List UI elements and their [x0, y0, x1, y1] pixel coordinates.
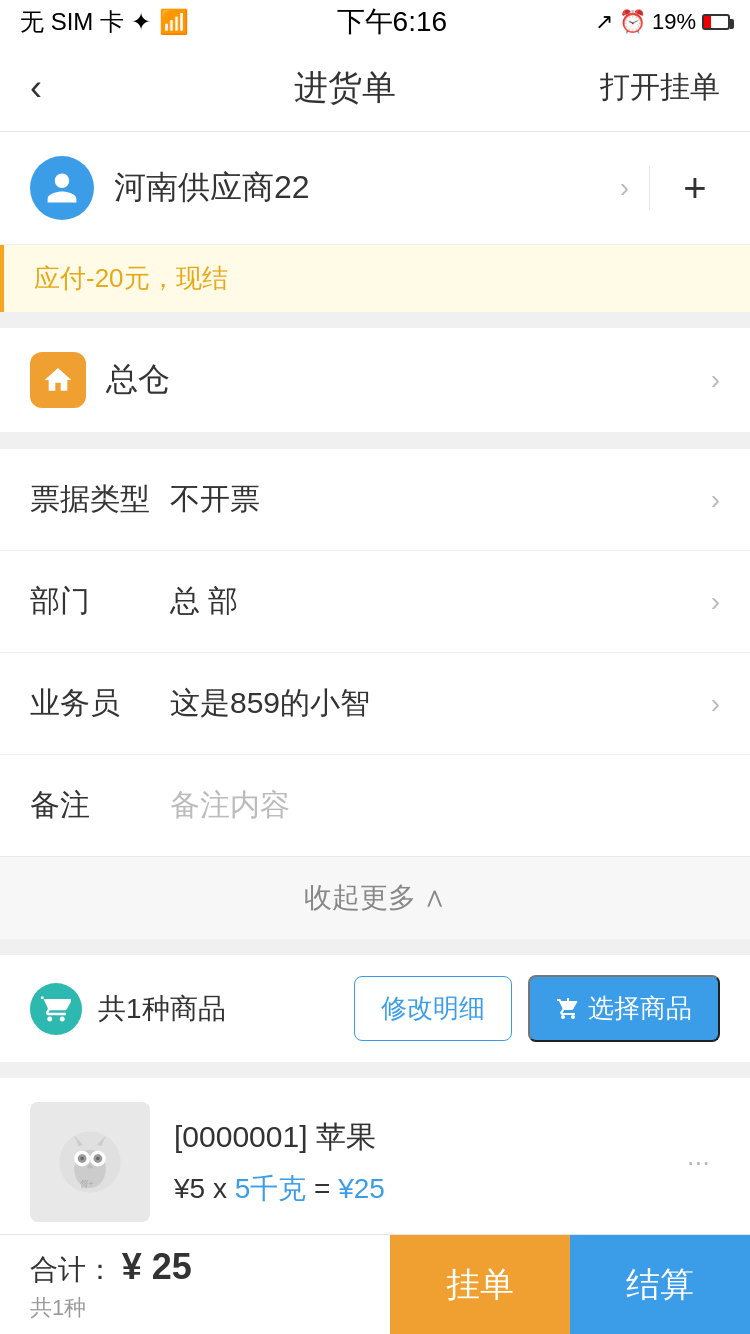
- total-count: 共1种: [30, 1293, 360, 1323]
- nav-bar: ‹ 进货单 打开挂单: [0, 44, 750, 132]
- supplier-divider: [649, 166, 650, 210]
- hang-button[interactable]: 挂单: [390, 1235, 570, 1335]
- checkout-button[interactable]: 结算: [570, 1235, 750, 1335]
- select-product-button[interactable]: 选择商品: [528, 975, 720, 1042]
- status-right: ↗ ⏰ 19%: [595, 9, 730, 35]
- battery-icon: [702, 14, 730, 30]
- total-amount: ¥ 25: [122, 1246, 192, 1287]
- notice-bar: 应付-20元，现结: [0, 245, 750, 312]
- page-title: 进货单: [294, 65, 396, 111]
- product-title: 苹果: [316, 1120, 376, 1153]
- sales-row[interactable]: 业务员 这是859的小智 ›: [0, 652, 750, 754]
- dept-label: 部门: [30, 581, 170, 622]
- warehouse-chevron: ›: [711, 364, 720, 396]
- battery-text: 19%: [652, 9, 696, 35]
- home-icon: [42, 364, 74, 396]
- open-hang-button[interactable]: 打开挂单: [600, 67, 720, 108]
- notice-text: 应付-20元，现结: [34, 263, 228, 293]
- qty: 5千克: [235, 1173, 307, 1204]
- invoice-chevron: ›: [711, 484, 720, 516]
- bottom-bar: 合计： ¥ 25 共1种 挂单 结算: [0, 1234, 750, 1334]
- warehouse-icon: [30, 352, 86, 408]
- product-name: [0000001] 苹果: [174, 1117, 677, 1158]
- product-section: 共1种商品 修改明细 选择商品: [0, 955, 750, 1062]
- product-more-button[interactable]: ···: [677, 1136, 720, 1188]
- status-time: 下午6:16: [337, 3, 448, 41]
- supplier-row[interactable]: 河南供应商22 › +: [0, 132, 750, 245]
- supplier-name: 河南供应商22: [114, 166, 610, 210]
- sim-status: 无 SIM 卡 ✦: [20, 6, 151, 38]
- warehouse-row[interactable]: 总仓 ›: [0, 328, 750, 432]
- remark-input[interactable]: 备注内容: [170, 785, 720, 826]
- location-icon: ↗: [595, 9, 613, 35]
- collapse-button[interactable]: 收起更多 ∧: [0, 856, 750, 939]
- product-price: ¥5 x 5千克 = ¥25: [174, 1170, 677, 1208]
- warehouse-name: 总仓: [106, 358, 701, 402]
- svg-point-6: [80, 1157, 84, 1161]
- svg-text:督+: 督+: [80, 1179, 94, 1189]
- remark-row[interactable]: 备注 备注内容: [0, 754, 750, 856]
- total-row: 合计： ¥ 25: [30, 1246, 360, 1289]
- dept-chevron: ›: [711, 586, 720, 618]
- unit-price: ¥5 x: [174, 1173, 235, 1204]
- supplier-chevron: ›: [620, 172, 629, 204]
- select-product-label: 选择商品: [588, 991, 692, 1026]
- status-left: 无 SIM 卡 ✦ 📶: [20, 6, 189, 38]
- product-thumbnail: 督+: [30, 1102, 150, 1222]
- sales-chevron: ›: [711, 688, 720, 720]
- sales-label: 业务员: [30, 683, 170, 724]
- dept-value: 总 部: [170, 581, 701, 622]
- total-label: 合计：: [30, 1254, 114, 1285]
- edit-detail-button[interactable]: 修改明细: [354, 976, 512, 1041]
- add-supplier-button[interactable]: +: [670, 166, 720, 211]
- shopping-icon: [41, 994, 71, 1024]
- supplier-avatar: [30, 156, 94, 220]
- back-button[interactable]: ‹: [30, 67, 90, 109]
- equals: =: [306, 1173, 338, 1204]
- wifi-icon: 📶: [159, 8, 189, 36]
- user-icon: [44, 170, 80, 206]
- sales-value: 这是859的小智: [170, 683, 701, 724]
- cart-add-icon: [556, 997, 580, 1021]
- product-image: 督+: [55, 1127, 125, 1197]
- warehouse-section[interactable]: 总仓 ›: [0, 328, 750, 432]
- status-bar: 无 SIM 卡 ✦ 📶 下午6:16 ↗ ⏰ 19%: [0, 0, 750, 44]
- product-count-text: 共1种商品: [98, 990, 354, 1028]
- remark-label: 备注: [30, 785, 170, 826]
- product-info: [0000001] 苹果 ¥5 x 5千克 = ¥25: [174, 1117, 677, 1208]
- product-count-icon: [30, 983, 82, 1035]
- invoice-value: 不开票: [170, 479, 701, 520]
- product-header: 共1种商品 修改明细 选择商品: [0, 955, 750, 1062]
- alarm-icon: ⏰: [619, 9, 646, 35]
- page-content: 河南供应商22 › + 应付-20元，现结 总仓 › 票据类型 不开票 ›: [0, 132, 750, 1334]
- product-item: 督+ [0000001] 苹果 ¥5 x 5千克 = ¥25 ···: [0, 1078, 750, 1246]
- total-price: ¥25: [338, 1173, 385, 1204]
- total-area: 合计： ¥ 25 共1种: [0, 1246, 390, 1323]
- supplier-section: 河南供应商22 › + 应付-20元，现结: [0, 132, 750, 312]
- dept-row[interactable]: 部门 总 部 ›: [0, 550, 750, 652]
- invoice-row[interactable]: 票据类型 不开票 ›: [0, 448, 750, 550]
- form-section: 票据类型 不开票 › 部门 总 部 › 业务员 这是859的小智 › 备注 备注…: [0, 448, 750, 939]
- svg-point-7: [96, 1157, 100, 1161]
- product-item-section: 督+ [0000001] 苹果 ¥5 x 5千克 = ¥25 ···: [0, 1078, 750, 1246]
- product-code: [0000001]: [174, 1120, 316, 1153]
- invoice-label: 票据类型: [30, 479, 170, 520]
